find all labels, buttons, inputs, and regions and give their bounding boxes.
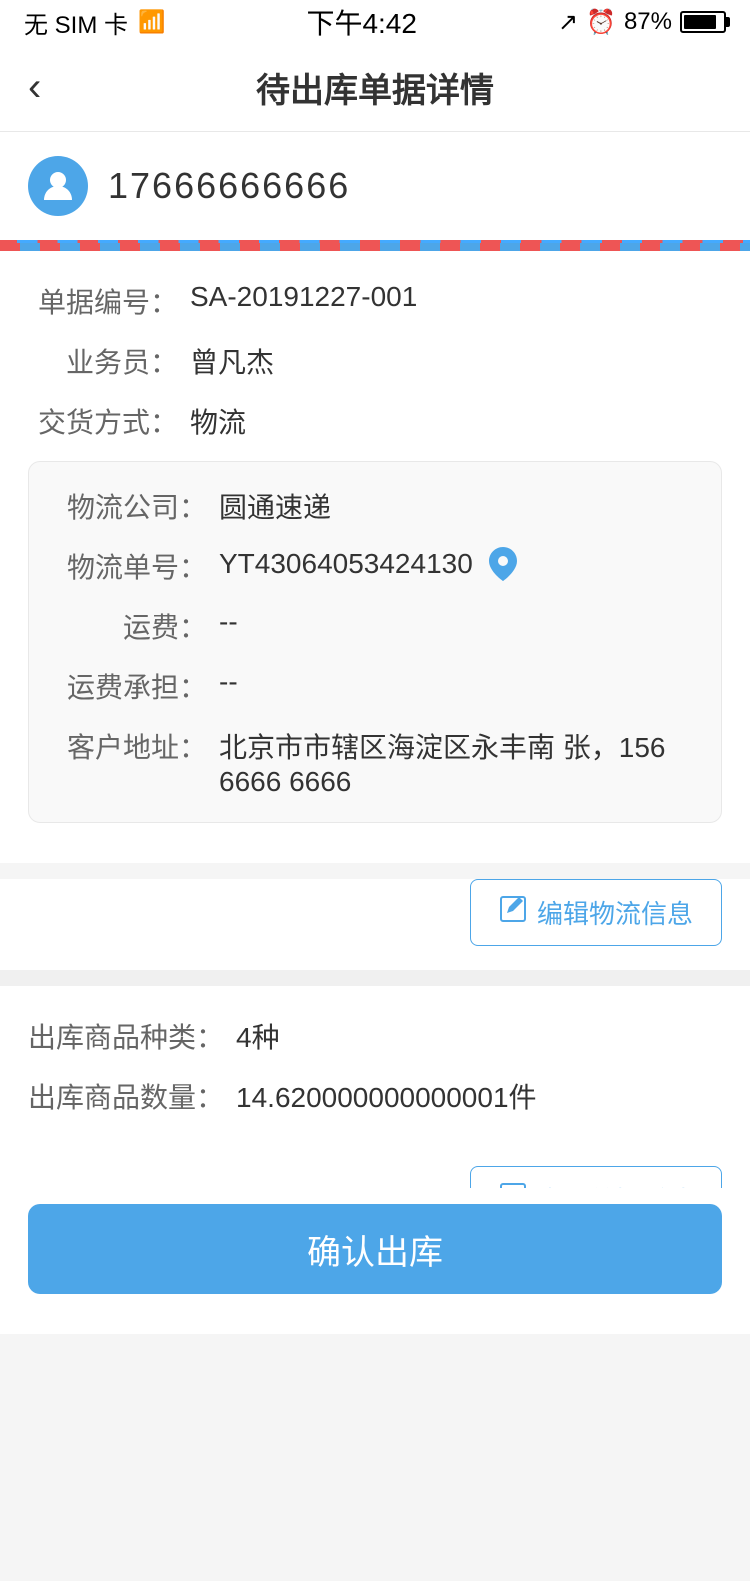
back-button[interactable]: ‹	[28, 65, 41, 110]
freight-bear-row: 运费承担： --	[57, 666, 693, 706]
product-types-value: 4种	[236, 1016, 280, 1056]
wifi-icon: 📶	[138, 9, 165, 35]
agent-value: 曾凡杰	[190, 341, 722, 381]
battery-icon	[680, 11, 726, 33]
tracking-label: 物流单号：	[57, 546, 207, 586]
person-icon	[40, 168, 76, 204]
alarm-icon: ⏰	[586, 8, 616, 37]
content-area: 17666666666 单据编号： SA-20191227-001 业务员： 曾…	[0, 132, 750, 1581]
logistics-card: 物流公司： 圆通速递 物流单号： YT43064053424130 运费： --	[28, 461, 722, 823]
page-title: 待出库单据详情	[256, 63, 494, 112]
confirm-label: 确认出库	[307, 1225, 443, 1274]
delivery-value: 物流	[190, 401, 722, 441]
edit-logistics-button[interactable]: 编辑物流信息	[470, 879, 722, 946]
nav-bar: ‹ 待出库单据详情	[0, 44, 750, 132]
confirm-btn-wrapper: 确认出库	[0, 1188, 750, 1334]
status-time: 下午4:42	[306, 2, 417, 42]
product-types-label: 出库商品种类：	[28, 1016, 224, 1056]
address-label: 客户地址：	[57, 726, 207, 766]
order-number-value: SA-20191227-001	[190, 281, 722, 313]
status-left: 无 SIM 卡 📶	[24, 5, 165, 40]
freight-bear-value: --	[219, 666, 693, 698]
edit-icon	[499, 895, 527, 930]
product-types-row: 出库商品种类： 4种	[28, 1016, 722, 1056]
address-value: 北京市市辖区海淀区永丰南 张，156 6666 6666	[219, 726, 693, 798]
battery-fill	[684, 15, 716, 29]
back-arrow-icon: ‹	[28, 65, 41, 110]
order-number-label: 单据编号：	[28, 281, 178, 321]
avatar	[28, 156, 88, 216]
edit-btn-container: 编辑物流信息	[0, 879, 750, 970]
logistics-company-value: 圆通速递	[219, 486, 693, 526]
delivery-row: 交货方式： 物流	[28, 401, 722, 441]
confirm-button[interactable]: 确认出库	[28, 1204, 722, 1294]
edit-logistics-label: 编辑物流信息	[537, 894, 693, 931]
freight-value: --	[219, 606, 693, 638]
product-quantity-value: 14.620000000000001件	[236, 1076, 537, 1116]
dashed-divider	[0, 243, 750, 251]
customer-section: 17666666666	[0, 132, 750, 243]
product-quantity-row: 出库商品数量： 14.620000000000001件	[28, 1076, 722, 1116]
product-section: 出库商品种类： 4种 出库商品数量： 14.620000000000001件	[0, 986, 750, 1156]
status-bar: 无 SIM 卡 📶 下午4:42 ↗ ⏰ 87%	[0, 0, 750, 44]
order-info-section: 单据编号： SA-20191227-001 业务员： 曾凡杰 交货方式： 物流 …	[0, 251, 750, 863]
track-location-icon[interactable]	[485, 546, 521, 582]
tracking-value: YT43064053424130	[219, 546, 693, 582]
sim-status: 无 SIM 卡	[24, 5, 128, 40]
freight-row: 运费： --	[57, 606, 693, 646]
logistics-company-label: 物流公司：	[57, 486, 207, 526]
delivery-label: 交货方式：	[28, 401, 178, 441]
section-separator	[0, 970, 750, 986]
logistics-company-row: 物流公司： 圆通速递	[57, 486, 693, 526]
agent-row: 业务员： 曾凡杰	[28, 341, 722, 381]
battery-percent: 87%	[624, 8, 672, 36]
freight-label: 运费：	[57, 606, 207, 646]
order-number-row: 单据编号： SA-20191227-001	[28, 281, 722, 321]
address-row: 客户地址： 北京市市辖区海淀区永丰南 张，156 6666 6666	[57, 726, 693, 798]
status-right: ↗ ⏰ 87%	[558, 8, 726, 37]
tracking-number: YT43064053424130	[219, 548, 473, 580]
tracking-row: 物流单号： YT43064053424130	[57, 546, 693, 586]
location-service-icon: ↗	[558, 8, 578, 37]
product-quantity-label: 出库商品数量：	[28, 1076, 224, 1116]
customer-phone: 17666666666	[108, 165, 350, 207]
agent-label: 业务员：	[28, 341, 178, 381]
freight-bear-label: 运费承担：	[57, 666, 207, 706]
